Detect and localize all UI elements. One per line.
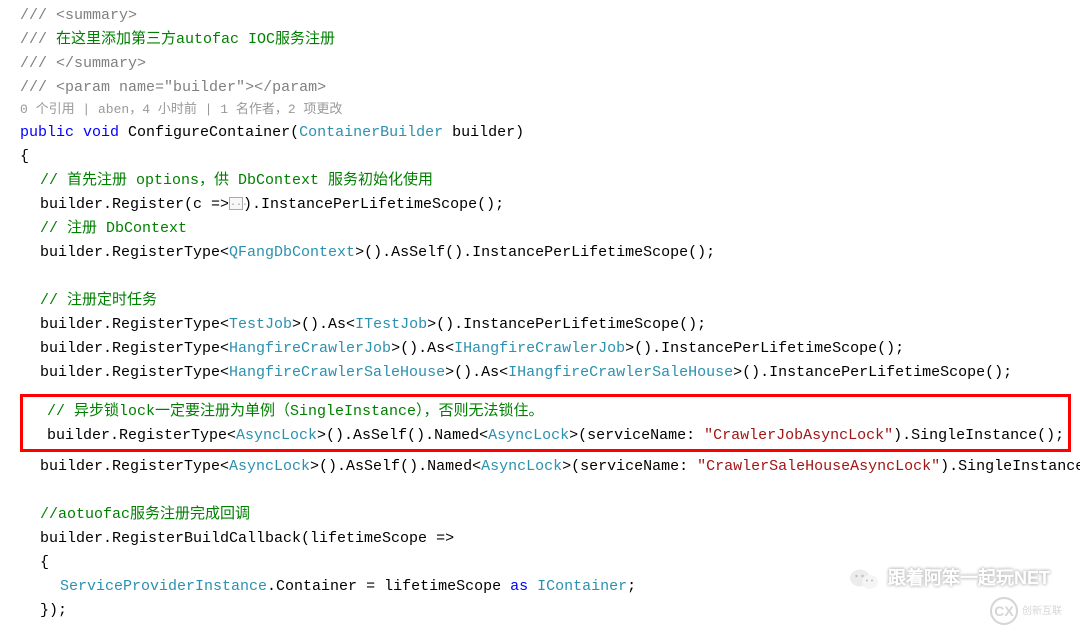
wechat-icon — [850, 567, 878, 591]
doc-summary-body: /// 在这里添加第三方autofac IOC服务注册 — [20, 28, 1060, 52]
comment-options: // 首先注册 options，供 DbContext 服务初始化使用 — [40, 169, 1060, 193]
doc-summary-open: /// <summary> — [20, 4, 1060, 28]
wechat-watermark-text: 跟着阿笨一起玩NET — [888, 564, 1050, 593]
comment-asynclock: // 异步锁lock一定要注册为单例（SingleInstance），否则无法锁… — [47, 400, 1064, 424]
register-options: builder.Register(c =>...).InstancePerLif… — [40, 193, 1060, 217]
wechat-watermark: 跟着阿笨一起玩NET — [850, 564, 1050, 593]
brand-logo-text: 创新互联 — [1022, 606, 1062, 617]
register-buildcallback: builder.RegisterBuildCallback(lifetimeSc… — [40, 527, 1060, 551]
method-signature: public void ConfigureContainer(Container… — [20, 121, 1060, 145]
brand-logo-icon: CX — [990, 597, 1018, 625]
register-asynclock-crawlerjob: builder.RegisterType<AsyncLock>().AsSelf… — [47, 424, 1064, 448]
register-hangfirecrawlerjob: builder.RegisterType<HangfireCrawlerJob>… — [40, 337, 1060, 361]
doc-summary-close: /// </summary> — [20, 52, 1060, 76]
comment-callback: //aotuofac服务注册完成回调 — [40, 503, 1060, 527]
register-hangfirecrawlersalehouse: builder.RegisterType<HangfireCrawlerSale… — [40, 361, 1060, 385]
doc-param: /// <param name="builder"></param> — [20, 76, 1060, 100]
register-testjob: builder.RegisterType<TestJob>().As<ITest… — [40, 313, 1060, 337]
comment-dbcontext: // 注册 DbContext — [40, 217, 1060, 241]
brand-watermark: CX 创新互联 — [990, 591, 1078, 631]
brace-open: { — [20, 145, 1060, 169]
code-fold-icon[interactable]: ... — [229, 197, 243, 210]
comment-jobs: // 注册定时任务 — [40, 289, 1060, 313]
register-asynclock-crawlersalehouse: builder.RegisterType<AsyncLock>().AsSelf… — [40, 455, 1060, 479]
highlighted-region: // 异步锁lock一定要注册为单例（SingleInstance），否则无法锁… — [20, 394, 1071, 452]
callback-brace-close: }); — [40, 599, 1060, 623]
codelens-info[interactable]: 0 个引用 | aben，4 小时前 | 1 名作者，2 项更改 — [20, 100, 1060, 121]
register-dbcontext: builder.RegisterType<QFangDbContext>().A… — [40, 241, 1060, 265]
